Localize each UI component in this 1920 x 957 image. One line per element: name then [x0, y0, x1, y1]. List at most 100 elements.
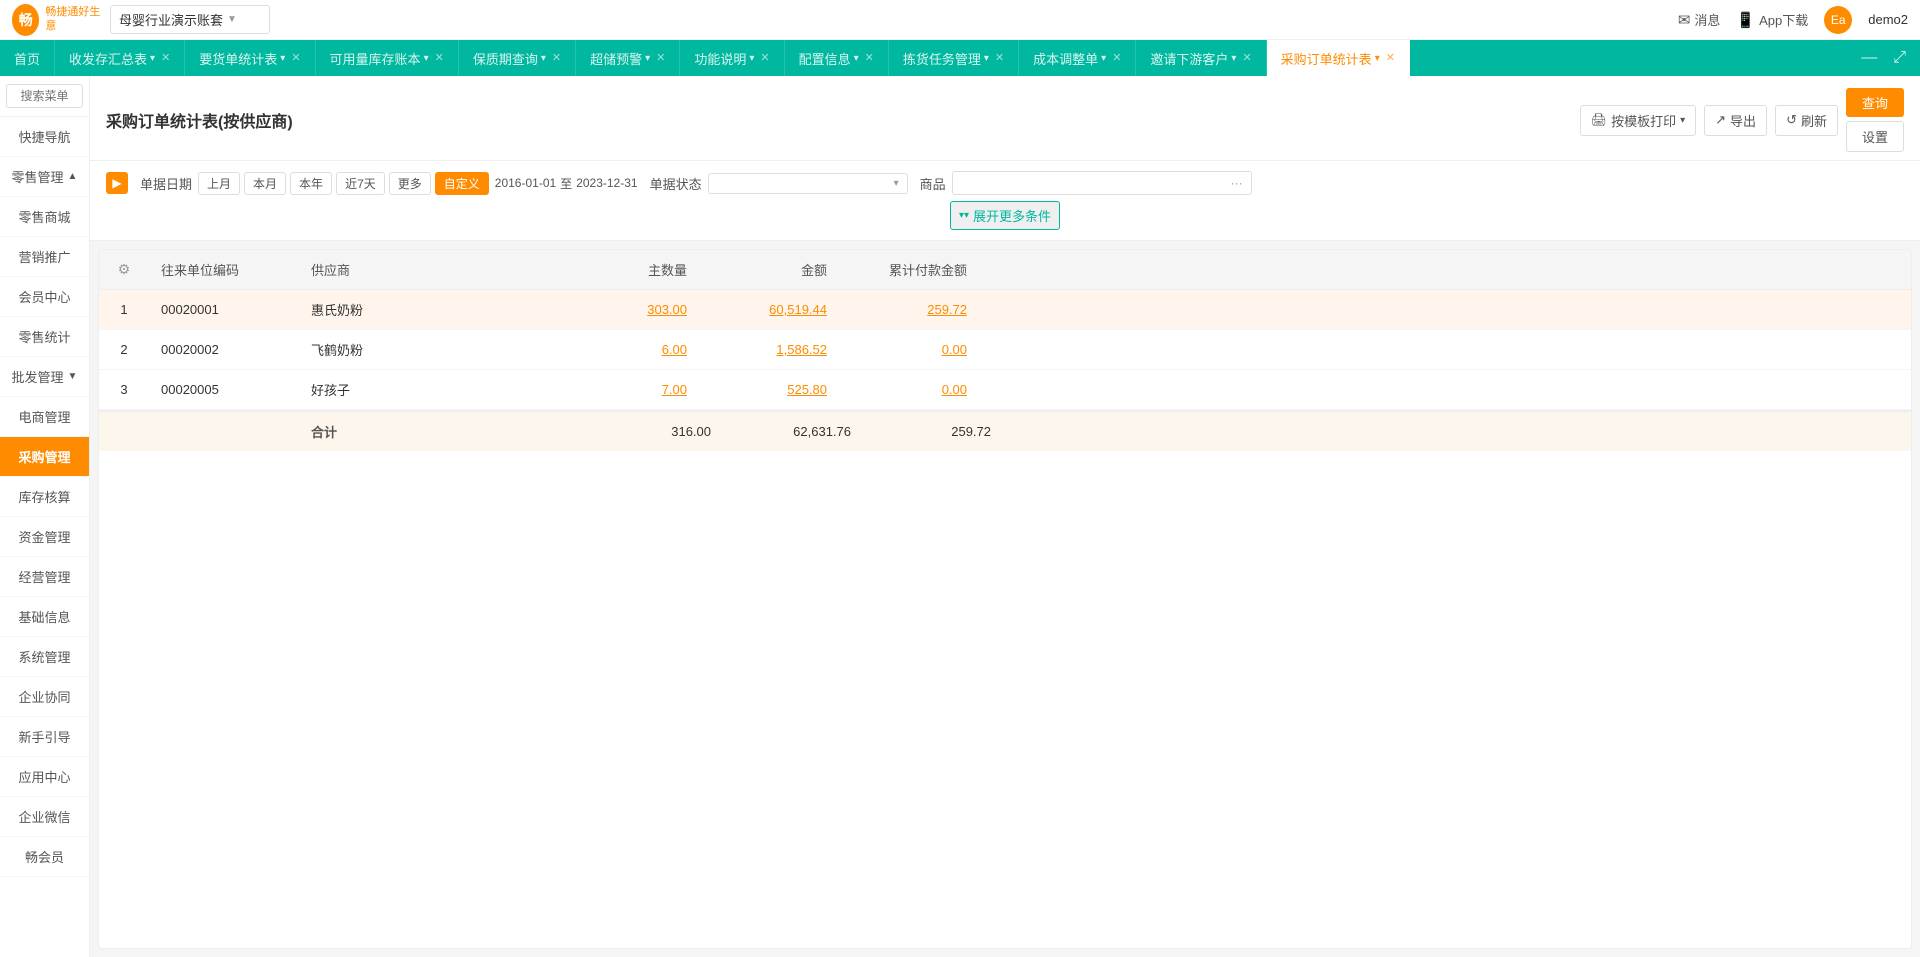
sidebar-item-stock-check[interactable]: 库存核算 — [0, 477, 89, 517]
sidebar-item-purchase-mgmt[interactable]: 采购管理 — [0, 437, 89, 477]
tab-close-icon[interactable]: ✕ — [760, 53, 769, 64]
tab-pick-task[interactable]: 拣货任务管理 ▾ ✕ — [889, 40, 1019, 76]
refresh-button[interactable]: ↺ 刷新 — [1775, 105, 1838, 136]
paid-link[interactable]: 0.00 — [942, 382, 967, 397]
footer-total-amount: 62,631.76 — [711, 424, 851, 439]
sidebar-item-retail-stat[interactable]: 零售统计 — [0, 317, 89, 357]
query-button[interactable]: 查询 — [1846, 88, 1904, 117]
tab-close-icon[interactable]: ✕ — [552, 53, 561, 64]
chevron-icon: ▲ — [68, 171, 78, 182]
tab-home[interactable]: 首页 — [0, 40, 55, 76]
date-btn-this-year[interactable]: 本年 — [290, 172, 332, 195]
settings-button[interactable]: 设置 — [1846, 121, 1904, 152]
tab-expiry[interactable]: 保质期查询 ▾ ✕ — [459, 40, 576, 76]
tab-goods-stat[interactable]: 要货单统计表 ▾ ✕ — [185, 40, 315, 76]
app-download-label: App下载 — [1759, 10, 1808, 29]
logo-text: 畅捷通好生意 — [45, 6, 102, 32]
sidebar-item-quick-nav[interactable]: 快捷导航 — [0, 117, 89, 157]
footer-total-qty: 316.00 — [591, 424, 711, 439]
message-button[interactable]: ✉ 消息 — [1678, 10, 1721, 29]
tab-dropdown-icon: ▾ — [541, 53, 546, 64]
qty-link[interactable]: 7.00 — [662, 382, 687, 397]
goods-filter-group: 商品 ··· — [920, 171, 1252, 195]
tab-close-icon[interactable]: ✕ — [656, 53, 665, 64]
table-row[interactable]: 1 00020001 惠氏奶粉 303.00 60,519.44 — [99, 290, 1911, 330]
col-header-extra — [979, 250, 1911, 290]
sidebar-item-marketing[interactable]: 营销推广 — [0, 237, 89, 277]
filter-toggle-button[interactable]: ▶ — [106, 172, 128, 194]
table-row[interactable]: 3 00020005 好孩子 7.00 525.80 — [99, 370, 1911, 410]
qty-link[interactable]: 303.00 — [647, 302, 687, 317]
date-btn-last-month[interactable]: 上月 — [198, 172, 240, 195]
cell-code: 00020002 — [149, 330, 299, 370]
qty-link[interactable]: 6.00 — [662, 342, 687, 357]
tab-purchase-stat[interactable]: 采购订单统计表 ▾ ✕ — [1267, 40, 1410, 76]
tab-func-desc[interactable]: 功能说明 ▾ ✕ — [680, 40, 784, 76]
tab-minimize-icon[interactable]: — — [1855, 47, 1883, 69]
date-label: 单据日期 — [140, 174, 192, 193]
tab-close-icon[interactable]: ✕ — [291, 53, 300, 64]
logo-icon: 畅 — [12, 4, 39, 36]
tab-close-icon[interactable]: ✕ — [1242, 53, 1251, 64]
sidebar-item-wholesale-mgmt[interactable]: 批发管理 ▼ — [0, 357, 89, 397]
sidebar-item-finance[interactable]: 资金管理 — [0, 517, 89, 557]
paid-link[interactable]: 0.00 — [942, 342, 967, 357]
sidebar-item-enterprise-coop[interactable]: 企业协同 — [0, 677, 89, 717]
app-download-button[interactable]: 📱 App下载 — [1736, 10, 1808, 29]
date-btn-custom[interactable]: 自定义 — [435, 172, 489, 195]
tab-close-icon[interactable]: ✕ — [995, 53, 1004, 64]
page-header: 采购订单统计表(按供应商) 🖨 按模板打印 ▾ ↗ 导出 ↺ 刷新 查询 — [90, 76, 1920, 161]
date-btn-more[interactable]: 更多 — [389, 172, 431, 195]
content-area: 采购订单统计表(按供应商) 🖨 按模板打印 ▾ ↗ 导出 ↺ 刷新 查询 — [90, 76, 1920, 957]
download-icon: 📱 — [1736, 11, 1755, 29]
cell-qty: 6.00 — [579, 330, 699, 370]
tab-close-icon[interactable]: ✕ — [865, 53, 874, 64]
sidebar-item-app-center[interactable]: 应用中心 — [0, 757, 89, 797]
workspace-selector[interactable]: 母婴行业演示账套 ▼ — [110, 5, 270, 34]
tab-receive-pay[interactable]: 收发存汇总表 ▾ ✕ — [55, 40, 185, 76]
date-btn-7days[interactable]: 近7天 — [336, 172, 385, 195]
tab-close-icon[interactable]: ✕ — [1386, 53, 1395, 64]
tab-dropdown-icon: ▾ — [1375, 53, 1380, 64]
sidebar-item-basic-info[interactable]: 基础信息 — [0, 597, 89, 637]
tab-dropdown-icon: ▾ — [424, 53, 429, 64]
export-button[interactable]: ↗ 导出 — [1704, 105, 1767, 136]
sidebar-item-enterprise-wechat[interactable]: 企业微信 — [0, 797, 89, 837]
tab-dropdown-icon: ▾ — [1101, 53, 1106, 64]
sidebar-item-operations[interactable]: 经营管理 — [0, 557, 89, 597]
cell-supplier: 惠氏奶粉 — [299, 290, 579, 330]
tab-maximize-icon[interactable]: ⤢ — [1887, 47, 1912, 69]
tab-stock-book[interactable]: 可用量库存账本 ▾ ✕ — [316, 40, 459, 76]
sidebar-item-new-guide[interactable]: 新手引导 — [0, 717, 89, 757]
tab-invite-down[interactable]: 邀请下游客户 ▾ ✕ — [1136, 40, 1266, 76]
status-select[interactable]: ▾ — [708, 173, 908, 194]
tab-config[interactable]: 配置信息 ▾ ✕ — [785, 40, 889, 76]
expand-more-button[interactable]: ▾▾ 展开更多条件 — [950, 201, 1060, 230]
amount-link[interactable]: 525.80 — [787, 382, 827, 397]
amount-link[interactable]: 1,586.52 — [776, 342, 827, 357]
more-icon: ··· — [1231, 176, 1243, 190]
tab-overstock[interactable]: 超储预警 ▾ ✕ — [576, 40, 680, 76]
tab-close-icon[interactable]: ✕ — [161, 53, 170, 64]
header-right: ✉ 消息 📱 App下载 Ea demo2 — [1678, 6, 1908, 34]
sidebar-item-ecommerce[interactable]: 电商管理 — [0, 397, 89, 437]
user-name[interactable]: demo2 — [1868, 12, 1908, 27]
goods-input[interactable]: ··· — [952, 171, 1252, 195]
template-print-button[interactable]: 🖨 按模板打印 ▾ — [1580, 105, 1697, 136]
sidebar-item-member-center[interactable]: 会员中心 — [0, 277, 89, 317]
table-row[interactable]: 2 00020002 飞鹤奶粉 6.00 1,586.52 — [99, 330, 1911, 370]
search-input[interactable] — [6, 84, 83, 108]
paid-link[interactable]: 259.72 — [927, 302, 967, 317]
column-settings-icon[interactable]: ⚙ — [116, 262, 132, 278]
sidebar-item-retail-mgmt[interactable]: 零售管理 ▲ — [0, 157, 89, 197]
tab-close-icon[interactable]: ✕ — [1112, 53, 1121, 64]
amount-link[interactable]: 60,519.44 — [769, 302, 827, 317]
sidebar-item-sys-mgmt[interactable]: 系统管理 — [0, 637, 89, 677]
date-btn-this-month[interactable]: 本月 — [244, 172, 286, 195]
sidebar-item-retail-mall[interactable]: 零售商城 — [0, 197, 89, 237]
cell-extra — [979, 290, 1911, 330]
top-header: 畅 畅捷通好生意 母婴行业演示账套 ▼ ✉ 消息 📱 App下载 Ea demo… — [0, 0, 1920, 40]
sidebar-item-vip[interactable]: 畅会员 — [0, 837, 89, 877]
tab-cost-adj[interactable]: 成本调整单 ▾ ✕ — [1019, 40, 1136, 76]
tab-close-icon[interactable]: ✕ — [435, 53, 444, 64]
